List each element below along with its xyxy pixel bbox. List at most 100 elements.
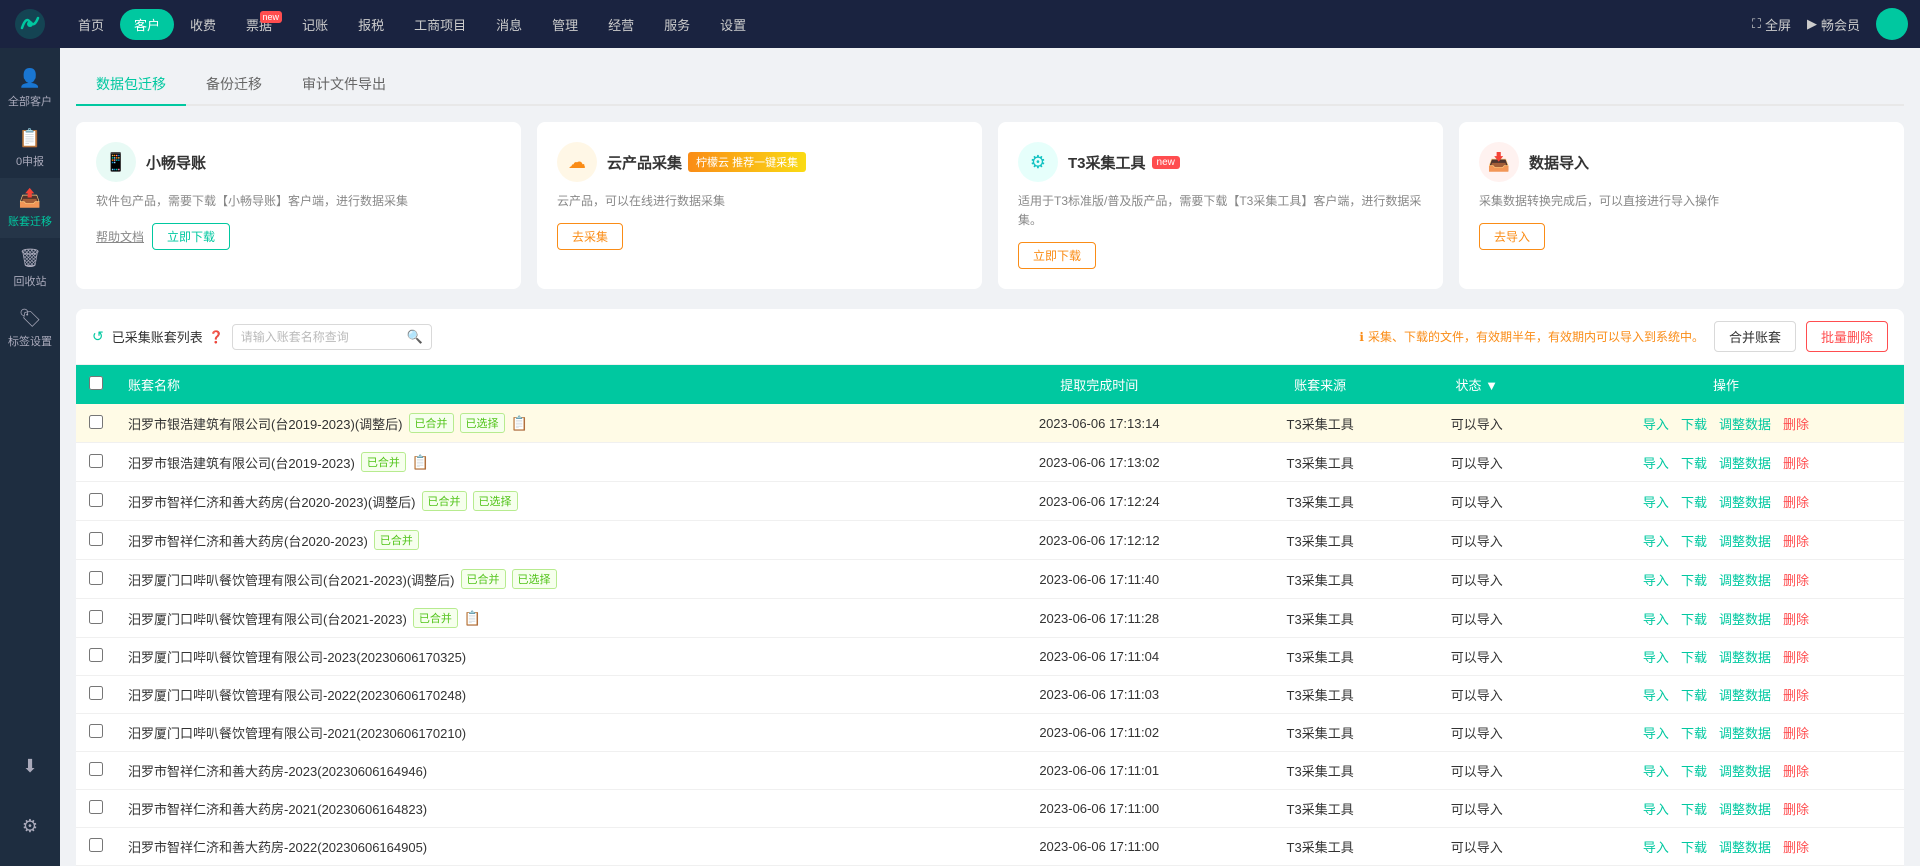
sidebar-item-all-customers[interactable]: 👤 全部客户 <box>0 58 60 118</box>
row-checkbox[interactable] <box>89 686 103 700</box>
tab-audit-export[interactable]: 审计文件导出 <box>282 64 406 106</box>
fullscreen-button[interactable]: ⛶ 全屏 <box>1752 15 1791 34</box>
row-extra-icon[interactable]: 📋 <box>464 610 481 627</box>
download-action[interactable]: 下载 <box>1681 647 1707 666</box>
delete-action[interactable]: 删除 <box>1783 453 1809 472</box>
delete-action[interactable]: 删除 <box>1783 414 1809 433</box>
import-action[interactable]: 导入 <box>1643 492 1669 511</box>
select-all-checkbox[interactable] <box>89 376 103 390</box>
help-doc-link[interactable]: 帮助文档 <box>96 228 144 245</box>
row-checkbox[interactable] <box>89 571 103 585</box>
download-action[interactable]: 下载 <box>1681 685 1707 704</box>
download-action[interactable]: 下载 <box>1681 492 1707 511</box>
row-extra-icon[interactable]: 📋 <box>412 454 429 471</box>
download-action[interactable]: 下载 <box>1681 453 1707 472</box>
nav-settings[interactable]: 设置 <box>706 9 760 40</box>
import-action[interactable]: 导入 <box>1643 723 1669 742</box>
nav-operation[interactable]: 经营 <box>594 9 648 40</box>
nav-invoice[interactable]: 票据new <box>232 9 286 40</box>
adjust-action[interactable]: 调整数据 <box>1719 799 1771 818</box>
row-checkbox[interactable] <box>89 532 103 546</box>
nav-tax[interactable]: 报税 <box>344 9 398 40</box>
delete-action[interactable]: 删除 <box>1783 531 1809 550</box>
search-icon[interactable]: 🔍 <box>407 329 423 345</box>
tab-data-migration[interactable]: 数据包迁移 <box>76 64 186 106</box>
sidebar-item-zero-report[interactable]: 📋 0申报 <box>0 118 60 178</box>
sidebar-item-tags[interactable]: 🏷 标签设置 <box>0 298 60 358</box>
download-action[interactable]: 下载 <box>1681 837 1707 856</box>
delete-action[interactable]: 删除 <box>1783 799 1809 818</box>
adjust-action[interactable]: 调整数据 <box>1719 723 1771 742</box>
delete-action[interactable]: 删除 <box>1783 837 1809 856</box>
sidebar-item-account-migration[interactable]: 📤 账套迁移 <box>0 178 60 238</box>
delete-action[interactable]: 删除 <box>1783 723 1809 742</box>
avatar[interactable] <box>1876 8 1908 40</box>
download-action[interactable]: 下载 <box>1681 531 1707 550</box>
import-action[interactable]: 导入 <box>1643 837 1669 856</box>
nav-business[interactable]: 工商项目 <box>400 9 480 40</box>
delete-action[interactable]: 删除 <box>1783 609 1809 628</box>
download-action[interactable]: 下载 <box>1681 570 1707 589</box>
nav-bookkeeping[interactable]: 记账 <box>288 9 342 40</box>
download-now-button-1[interactable]: 立即下载 <box>152 223 230 250</box>
row-checkbox[interactable] <box>89 610 103 624</box>
sidebar-item-recycle[interactable]: 🗑 回收站 <box>0 238 60 298</box>
adjust-action[interactable]: 调整数据 <box>1719 453 1771 472</box>
download-action[interactable]: 下载 <box>1681 799 1707 818</box>
import-action[interactable]: 导入 <box>1643 570 1669 589</box>
logo[interactable] <box>12 6 48 42</box>
nav-customer[interactable]: 客户 <box>120 9 174 40</box>
member-button[interactable]: ▶ 畅会员 <box>1807 15 1860 34</box>
nav-service[interactable]: 服务 <box>650 9 704 40</box>
import-action[interactable]: 导入 <box>1643 761 1669 780</box>
import-action[interactable]: 导入 <box>1643 685 1669 704</box>
import-action[interactable]: 导入 <box>1643 609 1669 628</box>
refresh-icon[interactable]: ↺ <box>92 328 104 345</box>
row-checkbox[interactable] <box>89 454 103 468</box>
delete-action[interactable]: 删除 <box>1783 647 1809 666</box>
download-action[interactable]: 下载 <box>1681 609 1707 628</box>
nav-message[interactable]: 消息 <box>482 9 536 40</box>
row-checkbox[interactable] <box>89 800 103 814</box>
goto-import-button[interactable]: 去导入 <box>1479 223 1545 250</box>
search-input[interactable] <box>241 330 403 344</box>
adjust-action[interactable]: 调整数据 <box>1719 570 1771 589</box>
row-extra-icon[interactable]: 📋 <box>511 415 528 432</box>
adjust-action[interactable]: 调整数据 <box>1719 837 1771 856</box>
row-checkbox[interactable] <box>89 838 103 852</box>
row-checkbox[interactable] <box>89 648 103 662</box>
delete-action[interactable]: 删除 <box>1783 685 1809 704</box>
adjust-action[interactable]: 调整数据 <box>1719 492 1771 511</box>
help-icon[interactable]: ❓ <box>209 330 224 344</box>
row-checkbox[interactable] <box>89 415 103 429</box>
adjust-action[interactable]: 调整数据 <box>1719 761 1771 780</box>
adjust-action[interactable]: 调整数据 <box>1719 414 1771 433</box>
batch-delete-button[interactable]: 批量删除 <box>1806 321 1888 352</box>
import-action[interactable]: 导入 <box>1643 453 1669 472</box>
adjust-action[interactable]: 调整数据 <box>1719 685 1771 704</box>
download-now-button-2[interactable]: 立即下载 <box>1018 242 1096 269</box>
import-action[interactable]: 导入 <box>1643 531 1669 550</box>
sidebar-item-user-settings[interactable]: ⚙ <box>0 796 60 856</box>
import-action[interactable]: 导入 <box>1643 647 1669 666</box>
delete-action[interactable]: 删除 <box>1783 492 1809 511</box>
nav-manage[interactable]: 管理 <box>538 9 592 40</box>
download-action[interactable]: 下载 <box>1681 761 1707 780</box>
import-action[interactable]: 导入 <box>1643 799 1669 818</box>
adjust-action[interactable]: 调整数据 <box>1719 531 1771 550</box>
goto-collect-button[interactable]: 去采集 <box>557 223 623 250</box>
delete-action[interactable]: 删除 <box>1783 761 1809 780</box>
row-checkbox[interactable] <box>89 493 103 507</box>
adjust-action[interactable]: 调整数据 <box>1719 647 1771 666</box>
nav-home[interactable]: 首页 <box>64 9 118 40</box>
delete-action[interactable]: 删除 <box>1783 570 1809 589</box>
download-action[interactable]: 下载 <box>1681 723 1707 742</box>
import-action[interactable]: 导入 <box>1643 414 1669 433</box>
download-action[interactable]: 下载 <box>1681 414 1707 433</box>
adjust-action[interactable]: 调整数据 <box>1719 609 1771 628</box>
sidebar-item-download[interactable]: ⬇ <box>0 736 60 796</box>
merge-account-button[interactable]: 合并账套 <box>1714 321 1796 352</box>
row-checkbox[interactable] <box>89 724 103 738</box>
nav-fee[interactable]: 收费 <box>176 9 230 40</box>
tab-backup-migration[interactable]: 备份迁移 <box>186 64 282 106</box>
